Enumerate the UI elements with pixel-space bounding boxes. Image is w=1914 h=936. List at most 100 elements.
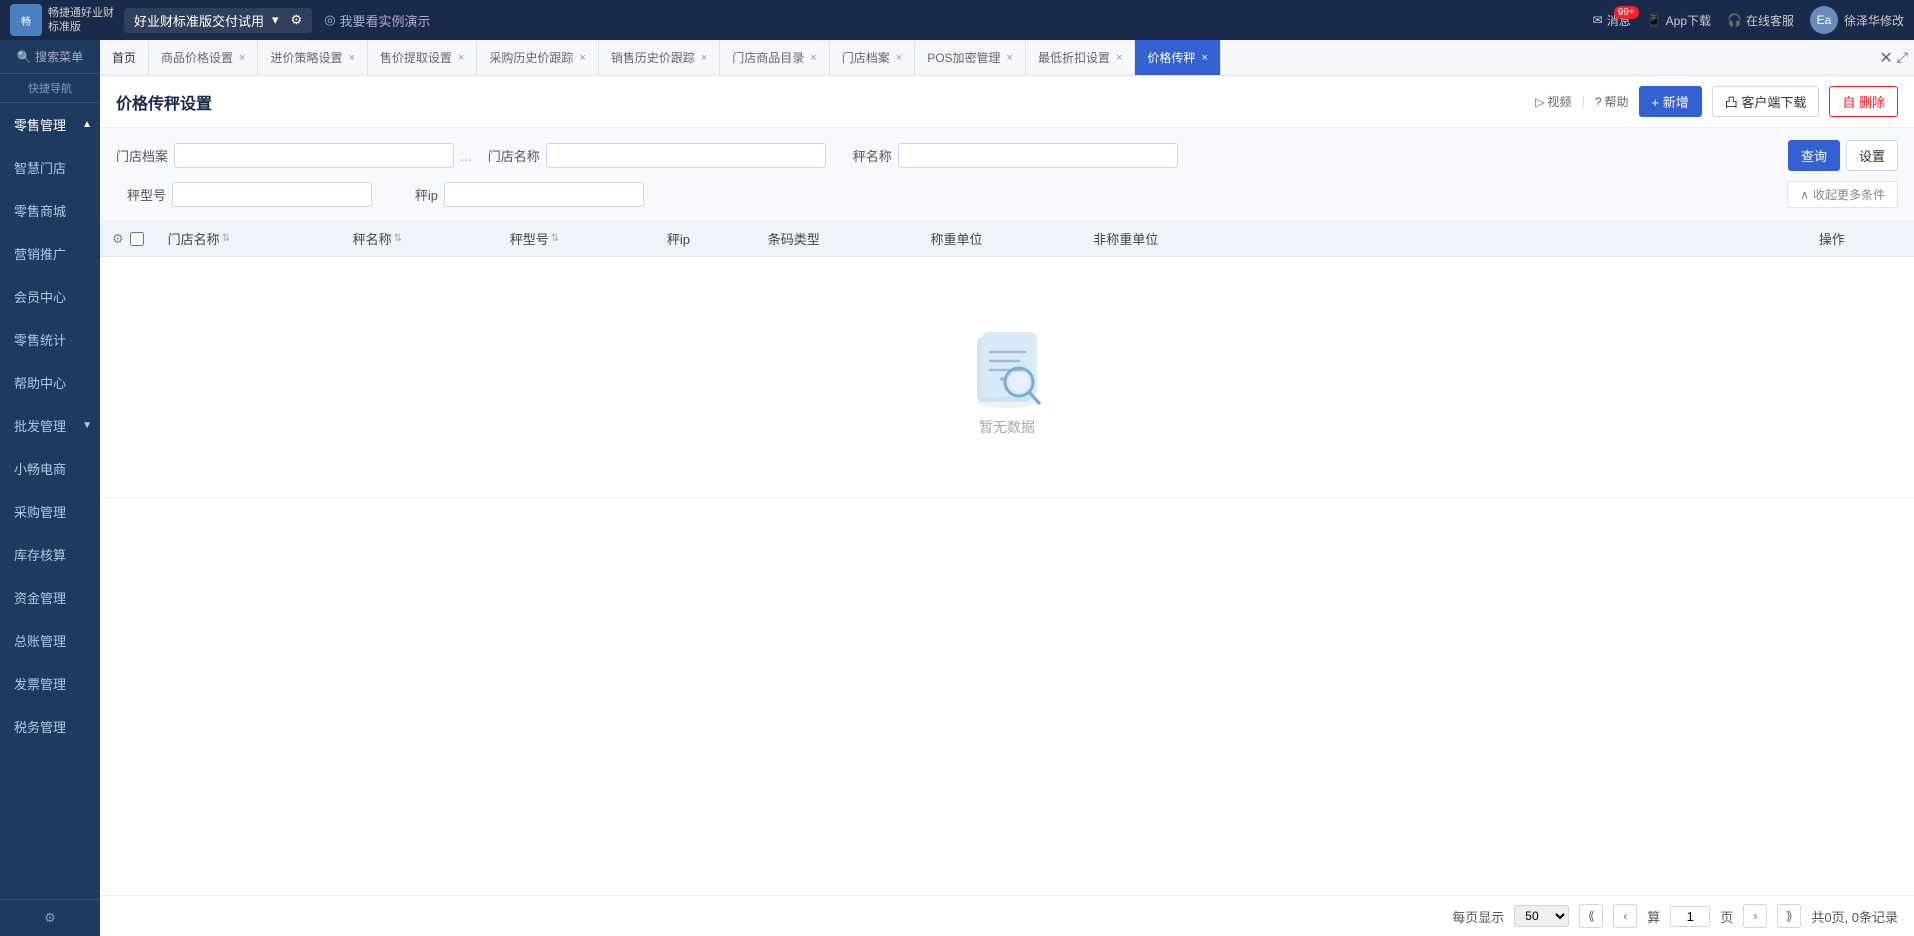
th-scale-name: 秤名称 ⇅: [341, 221, 498, 257]
store-name-input[interactable]: [546, 143, 826, 168]
tab-min-discount[interactable]: 最低折扣设置 ×: [1026, 40, 1135, 75]
prev-page-button[interactable]: ‹: [1613, 904, 1637, 928]
per-page-select[interactable]: 50 10 20 100: [1514, 905, 1569, 927]
tab-close-all-btn[interactable]: ✕: [1879, 48, 1892, 68]
question-icon: ?: [1595, 95, 1602, 109]
sidebar-item-inventory[interactable]: 库存核算: [0, 533, 100, 576]
sidebar-item-marketing[interactable]: 营销推广: [0, 232, 100, 275]
sidebar-settings-bottom[interactable]: ⚙: [0, 899, 100, 936]
online-service-action[interactable]: 🎧 在线客服: [1727, 12, 1794, 29]
page-suffix-label: 页: [1720, 907, 1733, 926]
tab-purchase-strategy[interactable]: 进价策略设置 ×: [258, 40, 367, 75]
sidebar-item-retail-stats[interactable]: 零售统计: [0, 318, 100, 361]
sidebar-item-member-center[interactable]: 会员中心: [0, 275, 100, 318]
scale-name-input[interactable]: [898, 143, 1178, 168]
demo-icon: ◎: [324, 12, 335, 28]
sidebar-quick-nav[interactable]: 快捷导航: [0, 74, 100, 103]
last-page-button[interactable]: ⟫: [1777, 904, 1801, 928]
add-button[interactable]: + 新增: [1639, 86, 1702, 117]
tab-close-icon[interactable]: ×: [1116, 52, 1122, 64]
th-weight-unit: 称重单位: [919, 221, 1082, 257]
sidebar-item-retail-mall[interactable]: 零售商城: [0, 189, 100, 232]
logo-text: 畅捷通好业财 标准版: [48, 6, 114, 35]
settings-button[interactable]: 设置: [1846, 140, 1898, 171]
avatar: Ea: [1810, 6, 1838, 34]
tab-home[interactable]: 首页: [100, 40, 149, 75]
tab-close-icon[interactable]: ×: [701, 52, 707, 64]
per-page-label: 每页显示: [1452, 907, 1504, 926]
sidebar-item-tax[interactable]: 税务管理: [0, 705, 100, 748]
sidebar-item-general-ledger[interactable]: 总账管理: [0, 619, 100, 662]
message-badge: 99+: [1614, 6, 1639, 19]
tab-pos-encryption[interactable]: POS加密管理 ×: [915, 40, 1026, 75]
sidebar-search[interactable]: 🔍 搜索菜单: [0, 40, 100, 74]
chevron-up-icon: ▲: [82, 119, 92, 130]
next-page-button[interactable]: ›: [1743, 904, 1767, 928]
tab-close-icon[interactable]: ×: [1007, 52, 1013, 64]
message-action[interactable]: ✉ 消息 99+: [1593, 12, 1631, 29]
sidebar-item-ecommerce[interactable]: 小畅电商: [0, 447, 100, 490]
export-button[interactable]: 凸 客户端下载: [1712, 86, 1820, 117]
sort-icon[interactable]: ⇅: [551, 233, 559, 244]
sidebar-item-smart-store[interactable]: 智慧门店: [0, 146, 100, 189]
store-name-field: 门店名称: [488, 143, 826, 168]
app-download-action[interactable]: 📱 App下载: [1647, 12, 1711, 29]
tab-store-catalog[interactable]: 门店商品目录 ×: [720, 40, 829, 75]
select-all-checkbox[interactable]: [130, 232, 144, 246]
collapse-arrow-icon: ∧: [1800, 188, 1809, 202]
demo-link[interactable]: ◎ 我要看实例演示: [324, 11, 430, 30]
store-file-field: 门店档案 ...: [116, 143, 472, 168]
tab-close-icon[interactable]: ×: [896, 52, 902, 64]
data-table: ⚙ 门店名称 ⇅: [100, 221, 1914, 498]
query-button[interactable]: 查询: [1788, 140, 1840, 171]
tab-product-price[interactable]: 商品价格设置 ×: [149, 40, 258, 75]
sidebar-item-wholesale[interactable]: 批发管理 ▼: [0, 404, 100, 447]
tab-close-icon[interactable]: ×: [239, 52, 245, 64]
tab-sales-history[interactable]: 销售历史价跟踪 ×: [599, 40, 720, 75]
user-action[interactable]: Ea 徐泽华修改: [1810, 6, 1904, 34]
scale-ip-field: 秤ip: [388, 182, 644, 207]
sort-icon[interactable]: ⇅: [222, 233, 230, 244]
dropdown-arrow-icon: ▾: [272, 12, 279, 28]
app-logo: 畅 畅捷通好业财 标准版: [10, 4, 114, 36]
logo-icon: 畅: [10, 4, 42, 36]
edition-dropdown[interactable]: 好业财标准版交付试用 ▾ ⚙: [124, 8, 312, 33]
sidebar-item-purchase[interactable]: 采购管理: [0, 490, 100, 533]
tab-close-icon[interactable]: ×: [810, 52, 816, 64]
scale-model-input[interactable]: [172, 182, 372, 207]
store-file-input[interactable]: [174, 143, 454, 168]
empty-state: 暂无数据: [100, 257, 1914, 497]
th-scale-ip: 秤ip: [655, 221, 756, 257]
tab-expand-btn[interactable]: ⤢: [1897, 49, 1908, 66]
tab-store-profile[interactable]: 门店档案 ×: [830, 40, 915, 75]
page-number-input[interactable]: [1670, 906, 1710, 927]
tab-close-icon[interactable]: ×: [579, 52, 585, 64]
collapse-button[interactable]: ∧ 收起更多条件: [1787, 181, 1898, 208]
sidebar-item-invoice[interactable]: 发票管理: [0, 662, 100, 705]
chevron-down-icon: ▼: [82, 420, 92, 431]
search-icon: 🔍: [17, 50, 32, 64]
tab-close-icon[interactable]: ×: [458, 52, 464, 64]
table-settings-icon[interactable]: ⚙: [112, 231, 124, 247]
ellipsis-icon[interactable]: ...: [460, 148, 472, 164]
scale-ip-input[interactable]: [444, 182, 644, 207]
th-non-weight-unit: 非称重单位: [1081, 221, 1807, 257]
sidebar-item-help-center[interactable]: 帮助中心: [0, 361, 100, 404]
page-word-label: 算: [1647, 907, 1660, 926]
sidebar-item-retail-management[interactable]: 零售管理 ▲: [0, 103, 100, 146]
tab-price-scale[interactable]: 价格传秤 ×: [1135, 40, 1220, 75]
sort-icon[interactable]: ⇅: [394, 233, 402, 244]
tab-sale-price-extract[interactable]: 售价提取设置 ×: [368, 40, 477, 75]
page-title: 价格传秤设置: [116, 90, 212, 114]
delete-button[interactable]: 自 删除: [1829, 86, 1898, 117]
help-link[interactable]: ? 帮助: [1595, 93, 1629, 110]
tab-close-icon[interactable]: ×: [1201, 52, 1207, 64]
mobile-icon: 📱: [1647, 13, 1662, 27]
sidebar-item-finance[interactable]: 资金管理: [0, 576, 100, 619]
video-link[interactable]: ▷ 视频: [1535, 93, 1571, 110]
tab-close-icon[interactable]: ×: [348, 52, 354, 64]
empty-text: 暂无数据: [979, 417, 1035, 437]
play-icon: ▷: [1535, 95, 1544, 109]
first-page-button[interactable]: ⟪: [1579, 904, 1603, 928]
tab-purchase-history[interactable]: 采购历史价跟踪 ×: [477, 40, 598, 75]
